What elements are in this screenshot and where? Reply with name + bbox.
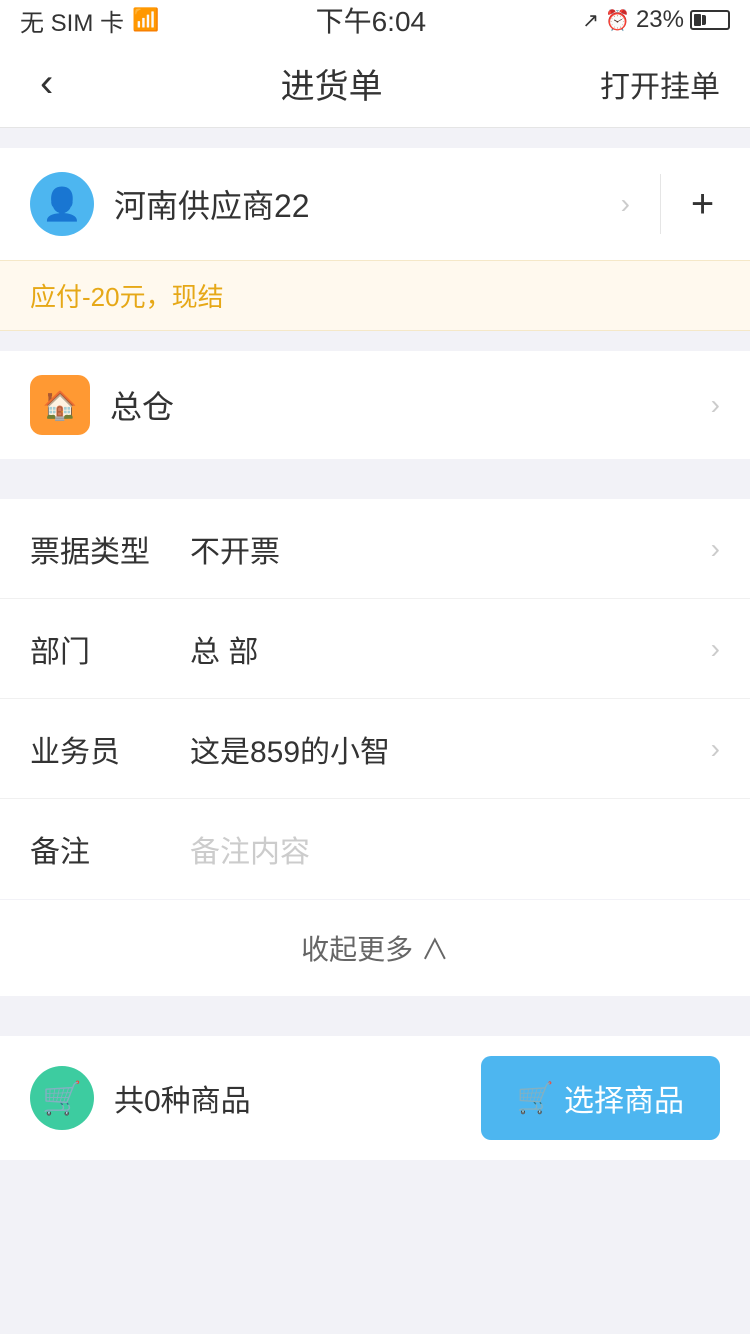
battery-icon <box>690 10 730 30</box>
nav-bar: ‹ 进货单 打开挂单 <box>0 40 750 128</box>
product-count-label: 共0种商品 <box>114 1076 481 1120</box>
section-gap-1 <box>0 128 750 148</box>
warehouse-icon-bg: 🏠 <box>30 375 90 435</box>
invoice-value: 不开票 <box>170 527 711 571</box>
section-gap-4 <box>0 996 750 1016</box>
product-icon-bg: 🛒 <box>30 1066 94 1130</box>
department-arrow-icon: › <box>711 633 720 665</box>
invoice-row[interactable]: 票据类型 不开票 › <box>0 499 750 599</box>
wifi-icon: 📶 <box>132 7 159 33</box>
section-gap-2 <box>0 331 750 351</box>
supplier-section: 👤 河南供应商22 › + 应付-20元，现结 <box>0 148 750 331</box>
remark-row[interactable]: 备注 备注内容 <box>0 799 750 899</box>
location-icon: ↗ <box>582 8 599 33</box>
salesperson-label: 业务员 <box>30 727 170 771</box>
bottom-bar: 🛒 共0种商品 🛒 选择商品 <box>0 1036 750 1160</box>
status-time: 下午6:04 <box>316 0 427 40</box>
status-bar: 无 SIM 卡 📶 下午6:04 ↗ ⏰ 23% <box>0 0 750 40</box>
home-icon: 🏠 <box>43 389 78 422</box>
select-product-button[interactable]: 🛒 选择商品 <box>481 1056 720 1140</box>
carrier-label: 无 SIM 卡 <box>20 3 124 38</box>
page-title: 进货单 <box>281 59 383 108</box>
collapse-button[interactable]: 收起更多 ∧ <box>0 900 750 996</box>
salesperson-row[interactable]: 业务员 这是859的小智 › <box>0 699 750 799</box>
battery-label: 23% <box>636 6 684 34</box>
salesperson-value: 这是859的小智 <box>170 727 711 771</box>
supplier-avatar: 👤 <box>30 172 94 236</box>
notice-bar: 应付-20元，现结 <box>0 260 750 331</box>
department-row[interactable]: 部门 总 部 › <box>0 599 750 699</box>
supplier-name: 河南供应商22 <box>114 181 621 227</box>
section-gap-3 <box>0 459 750 479</box>
alarm-icon: ⏰ <box>605 8 630 33</box>
remark-placeholder: 备注内容 <box>170 827 720 871</box>
warehouse-row[interactable]: 🏠 总仓 › <box>0 351 750 459</box>
warehouse-name: 总仓 <box>110 382 711 428</box>
supplier-arrow-icon: › <box>621 188 630 220</box>
select-cart-icon: 🛒 <box>517 1081 554 1116</box>
cart-icon: 🛒 <box>42 1079 82 1117</box>
notice-text: 应付-20元，现结 <box>30 282 224 312</box>
invoice-arrow-icon: › <box>711 533 720 565</box>
select-product-label: 选择商品 <box>564 1076 684 1120</box>
department-label: 部门 <box>30 627 170 671</box>
warehouse-arrow-icon: › <box>711 389 720 421</box>
remark-label: 备注 <box>30 827 170 871</box>
invoice-label: 票据类型 <box>30 527 170 571</box>
status-right: ↗ ⏰ 23% <box>582 6 730 34</box>
warehouse-section: 🏠 总仓 › <box>0 351 750 459</box>
form-section: 票据类型 不开票 › 部门 总 部 › 业务员 这是859的小智 › 备注 备注… <box>0 499 750 899</box>
salesperson-arrow-icon: › <box>711 733 720 765</box>
supplier-row[interactable]: 👤 河南供应商22 › + <box>0 148 750 260</box>
back-button[interactable]: ‹ <box>30 51 63 116</box>
status-left: 无 SIM 卡 📶 <box>20 3 159 38</box>
open-pending-button[interactable]: 打开挂单 <box>600 62 720 106</box>
person-icon: 👤 <box>42 185 82 223</box>
add-supplier-button[interactable]: + <box>660 174 720 234</box>
department-value: 总 部 <box>170 627 711 671</box>
